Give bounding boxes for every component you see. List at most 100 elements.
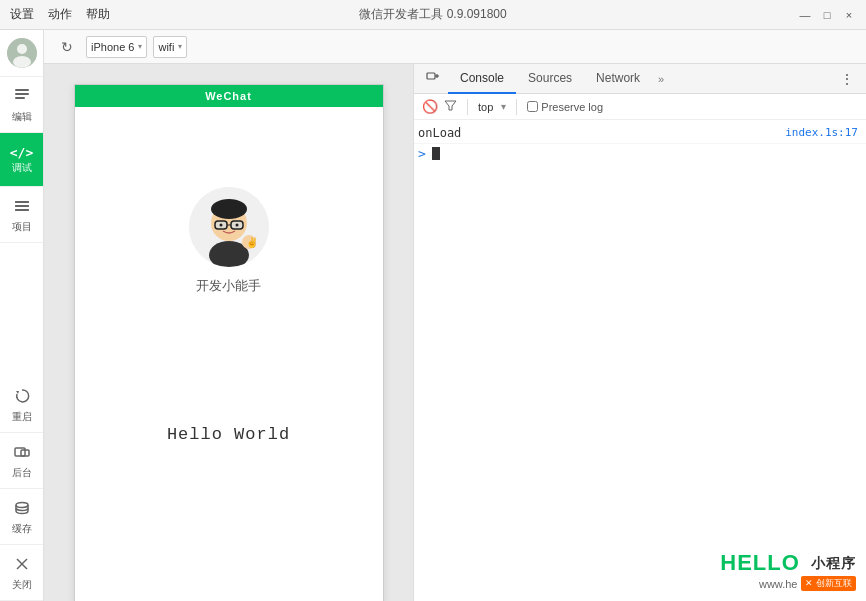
device-select[interactable]: iPhone 6 ▾ xyxy=(86,36,147,58)
titlebar-menu: 设置 动作 帮助 xyxy=(10,6,110,23)
sidebar-item-restart-label: 重启 xyxy=(12,410,32,424)
sidebar-item-close-label: 关闭 xyxy=(12,578,32,592)
network-select[interactable]: wifi ▾ xyxy=(153,36,187,58)
phone-content: ✌ 开发小能手 Hello World xyxy=(75,107,383,601)
sidebar-top: 编辑 </> 调试 项目 xyxy=(0,77,43,243)
restart-icon xyxy=(13,387,31,408)
app-title: 微信开发者工具 0.9.091800 xyxy=(359,6,506,23)
tab-console[interactable]: Console xyxy=(448,64,516,94)
sidebar-item-debug-label: 调试 xyxy=(12,161,32,175)
svg-point-22 xyxy=(235,224,238,227)
svg-rect-8 xyxy=(15,209,29,211)
console-file-ref[interactable]: index.1s:17 xyxy=(785,126,858,139)
window-controls: — □ × xyxy=(798,8,856,22)
brand-hello: HELLO 小程序 xyxy=(720,550,856,576)
filter-dropdown-arrow[interactable]: ▾ xyxy=(501,101,506,112)
devtools-console: onLoad index.1s:17 > xyxy=(414,120,866,601)
close-button[interactable]: × xyxy=(842,8,856,22)
devtools-extra-controls: ⋮ xyxy=(836,68,858,90)
filter-button[interactable] xyxy=(444,99,457,115)
sidebar-item-project-label: 项目 xyxy=(12,220,32,234)
minimize-button[interactable]: — xyxy=(798,8,812,22)
phone-avatar: ✌ xyxy=(189,187,269,267)
titlebar: 设置 动作 帮助 微信开发者工具 0.9.091800 — □ × xyxy=(0,0,866,30)
svg-marker-29 xyxy=(445,101,456,110)
console-input-row: > xyxy=(414,144,866,163)
clear-console-button[interactable]: 🚫 xyxy=(422,99,438,114)
preserve-log-checkbox[interactable] xyxy=(527,101,538,112)
sidebar-item-restart[interactable]: 重启 xyxy=(0,377,43,433)
device-name: iPhone 6 xyxy=(91,41,134,53)
devtools-menu-button[interactable]: ⋮ xyxy=(836,68,858,90)
close-icon xyxy=(13,555,31,576)
menu-help[interactable]: 帮助 xyxy=(86,6,110,23)
svg-rect-6 xyxy=(15,201,29,203)
console-cursor xyxy=(432,147,440,160)
svg-point-2 xyxy=(13,56,31,68)
brand-url: www.he ✕ 创新互联 xyxy=(759,576,856,591)
sidebar-item-close[interactable]: 关闭 xyxy=(0,545,43,601)
sidebar-item-back[interactable]: 后台 xyxy=(0,433,43,489)
debug-icon: </> xyxy=(10,146,33,159)
maximize-button[interactable]: □ xyxy=(820,8,834,22)
devtools-tabs: Console Sources Network » xyxy=(448,64,670,94)
sidebar-item-edit[interactable]: 编辑 xyxy=(0,77,43,133)
cache-icon xyxy=(13,499,31,520)
svg-rect-4 xyxy=(15,93,29,95)
phone-hello-text: Hello World xyxy=(167,425,290,444)
sidebar-item-back-label: 后台 xyxy=(12,466,32,480)
brand-badge: ✕ 创新互联 xyxy=(801,576,856,591)
phone-avatar-container: ✌ xyxy=(189,187,269,267)
svg-rect-26 xyxy=(427,73,435,79)
back-icon xyxy=(13,443,31,464)
phone-nickname: 开发小能手 xyxy=(196,277,261,295)
avatar xyxy=(7,38,37,68)
svg-rect-10 xyxy=(15,448,25,456)
sidebar-item-cache-label: 缓存 xyxy=(12,522,32,536)
devtools-panel: Console Sources Network » ⋮ 🚫 xyxy=(414,64,866,601)
devtools-inspect-button[interactable] xyxy=(422,68,444,90)
device-left-bar: ↻ iPhone 6 ▾ wifi ▾ xyxy=(54,34,856,60)
main-layout: 编辑 </> 调试 项目 xyxy=(0,30,866,601)
devtools-filter-bar: 🚫 top ▾ Preserve log xyxy=(414,94,866,120)
devtools-toolbar: Console Sources Network » ⋮ xyxy=(414,64,866,94)
network-name: wifi xyxy=(158,41,174,53)
content-area: WeChat xyxy=(44,64,866,601)
brand-overlay: HELLO 小程序 www.he ✕ 创新互联 xyxy=(720,550,856,591)
sidebar-item-edit-label: 编辑 xyxy=(12,110,32,124)
tab-network[interactable]: Network xyxy=(584,64,652,94)
sidebar-item-project[interactable]: 项目 xyxy=(0,187,43,243)
menu-settings[interactable]: 设置 xyxy=(10,6,34,23)
svg-rect-3 xyxy=(15,89,29,91)
svg-rect-5 xyxy=(15,97,25,99)
phone-panel: WeChat xyxy=(44,64,414,601)
filter-divider xyxy=(467,99,468,115)
sidebar-item-debug[interactable]: </> 调试 xyxy=(0,133,43,187)
console-message: onLoad xyxy=(418,126,785,140)
tab-sources[interactable]: Sources xyxy=(516,64,584,94)
console-prompt: > xyxy=(418,146,426,161)
svg-point-12 xyxy=(16,503,28,508)
filter-level: top xyxy=(478,101,493,113)
device-dropdown-arrow: ▾ xyxy=(138,42,142,51)
svg-point-21 xyxy=(219,224,222,227)
refresh-button[interactable]: ↻ xyxy=(54,34,80,60)
preserve-log-label[interactable]: Preserve log xyxy=(527,101,603,113)
more-tabs-button[interactable]: » xyxy=(652,73,670,85)
phone-frame: WeChat xyxy=(74,84,384,601)
svg-rect-7 xyxy=(15,205,29,207)
filter-divider-2 xyxy=(516,99,517,115)
network-dropdown-arrow: ▾ xyxy=(178,42,182,51)
device-bar: ↻ iPhone 6 ▾ wifi ▾ xyxy=(44,30,866,64)
phone-status-bar: WeChat xyxy=(75,85,383,107)
svg-marker-9 xyxy=(16,391,19,394)
svg-point-17 xyxy=(211,199,247,219)
menu-actions[interactable]: 动作 xyxy=(48,6,72,23)
sidebar-item-cache[interactable]: 缓存 xyxy=(0,489,43,545)
svg-text:✌: ✌ xyxy=(246,236,259,249)
edit-icon xyxy=(13,87,31,108)
svg-point-1 xyxy=(17,44,27,54)
project-icon xyxy=(13,197,31,218)
console-row: onLoad index.1s:17 xyxy=(414,124,866,144)
avatar-item[interactable] xyxy=(0,30,43,77)
